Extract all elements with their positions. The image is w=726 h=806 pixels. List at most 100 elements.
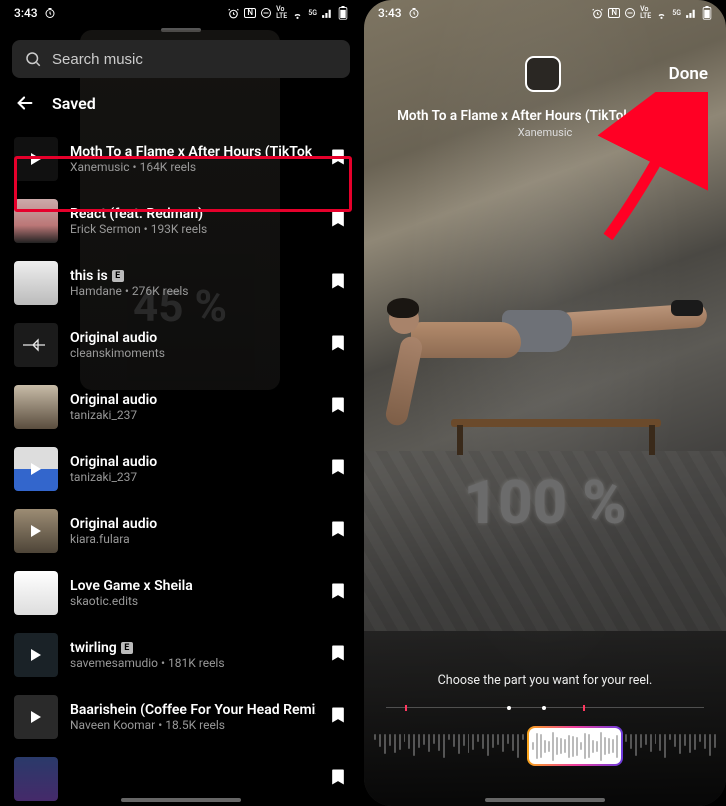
bookmark-icon[interactable] xyxy=(328,705,348,729)
wifi-icon xyxy=(291,7,304,20)
list-item[interactable]: Original audiocleanskimoments xyxy=(0,314,362,376)
saved-music-list[interactable]: Moth To a Flame x After Hours (TikTok Ed… xyxy=(0,128,362,806)
scrubber-hint: Choose the part you want for your reel. xyxy=(364,673,726,688)
status-bar: 3:43 N VoLTE 5G xyxy=(364,0,726,22)
alarm-icon xyxy=(591,7,604,20)
done-button[interactable]: Done xyxy=(669,64,708,84)
track-title: this isE xyxy=(70,268,316,284)
track-thumb xyxy=(14,695,58,739)
song-artist: Xanemusic xyxy=(384,126,706,139)
nfc-icon: N xyxy=(608,8,620,18)
status-bar: 3:43 N VoLTE 5G xyxy=(0,0,362,22)
list-item[interactable]: Baarishein (Coffee For Your Head Remix) … xyxy=(0,686,362,748)
list-item[interactable] xyxy=(0,748,362,806)
search-icon xyxy=(24,50,42,68)
track-title: Original audio xyxy=(70,516,316,532)
network-label: 5G xyxy=(308,10,317,17)
list-item[interactable]: React (feat. Redman)Erick Sermon • 193K … xyxy=(0,190,362,252)
track-title: twirlingE xyxy=(70,640,316,656)
explicit-badge: E xyxy=(112,270,124,282)
bookmark-icon[interactable] xyxy=(328,767,348,791)
search-bar[interactable] xyxy=(12,40,350,78)
bookmark-icon[interactable] xyxy=(328,519,348,543)
track-subtitle: tanizaki_237 xyxy=(70,470,316,484)
play-icon xyxy=(31,525,41,537)
song-title: Moth To a Flame x After Hours (TikTok Ed… xyxy=(384,108,706,124)
volte-icon: VoLTE xyxy=(276,6,287,20)
network-label: 5G xyxy=(672,10,681,17)
battery-icon xyxy=(338,6,348,20)
track-title: Original audio xyxy=(70,330,316,346)
track-thumb xyxy=(14,509,58,553)
signal-icon xyxy=(685,7,698,20)
alarm-icon xyxy=(227,7,240,20)
list-item[interactable]: Original audiokiara.fulara xyxy=(0,500,362,562)
track-thumb xyxy=(14,323,58,367)
dnd-icon xyxy=(260,7,272,19)
person-plank-illustration xyxy=(393,290,697,430)
volte-icon: VoLTE xyxy=(640,6,651,20)
bookmark-icon[interactable] xyxy=(328,457,348,481)
bookmark-icon[interactable] xyxy=(328,643,348,667)
play-icon xyxy=(31,463,41,475)
search-input[interactable] xyxy=(52,51,338,68)
bookmark-icon[interactable] xyxy=(328,333,348,357)
explicit-badge: E xyxy=(121,642,133,654)
stopwatch-icon xyxy=(408,7,420,19)
battery-icon xyxy=(702,6,712,20)
track-subtitle: cleanskimoments xyxy=(70,346,316,360)
audio-scrubber[interactable] xyxy=(364,724,726,768)
bookmark-icon[interactable] xyxy=(328,271,348,295)
list-item[interactable]: twirlingEsavemesamudio • 181K reels xyxy=(0,624,362,686)
screen-left-saved-music: 3:43 N VoLTE 5G 45 % Saved Moth To a Fla… xyxy=(0,0,362,806)
track-title: Moth To a Flame x After Hours (TikTok Ed… xyxy=(70,144,316,160)
signal-icon xyxy=(321,7,334,20)
track-thumb xyxy=(14,633,58,677)
bookmark-icon[interactable] xyxy=(328,395,348,419)
album-art-thumbnail[interactable] xyxy=(525,56,561,92)
audio-selection-window[interactable] xyxy=(527,726,623,766)
track-subtitle: skaotic.edits xyxy=(70,594,316,608)
play-icon xyxy=(31,153,41,165)
track-thumb xyxy=(14,385,58,429)
nfc-icon: N xyxy=(244,8,256,18)
workout-percent: 100 % xyxy=(364,467,726,538)
list-item[interactable]: Moth To a Flame x After Hours (TikTok Ed… xyxy=(0,128,362,190)
track-subtitle: Erick Sermon • 193K reels xyxy=(70,222,316,236)
play-icon xyxy=(31,711,41,723)
bookmark-icon[interactable] xyxy=(328,209,348,233)
track-subtitle: kiara.fulara xyxy=(70,532,316,546)
bookmark-icon[interactable] xyxy=(328,581,348,605)
dnd-icon xyxy=(624,7,636,19)
track-title: React (feat. Redman) xyxy=(70,206,316,222)
track-thumb xyxy=(14,447,58,491)
track-thumb xyxy=(14,199,58,243)
status-time: 3:43 xyxy=(14,6,38,20)
track-subtitle: savemesamudio • 181K reels xyxy=(70,656,316,670)
status-time: 3:43 xyxy=(378,6,402,20)
track-title: Baarishein (Coffee For Your Head Remix) … xyxy=(70,702,316,718)
list-item[interactable]: Original audiotanizaki_237 xyxy=(0,376,362,438)
wifi-icon xyxy=(655,7,668,20)
track-title: Love Game x Sheila xyxy=(70,578,316,594)
track-thumb xyxy=(14,137,58,181)
play-icon xyxy=(31,649,41,661)
list-item[interactable]: this isEHamdane • 276K reels xyxy=(0,252,362,314)
track-subtitle: tanizaki_237 xyxy=(70,408,316,422)
list-item[interactable]: Original audiotanizaki_237 xyxy=(0,438,362,500)
track-title: Original audio xyxy=(70,454,316,470)
stopwatch-icon xyxy=(44,7,56,19)
track-subtitle: Xanemusic • 164K reels xyxy=(70,160,316,174)
track-subtitle: Naveen Koomar • 18.5K reels xyxy=(70,718,316,732)
track-thumb xyxy=(14,261,58,305)
android-nav-pill[interactable] xyxy=(485,798,605,802)
track-subtitle: Hamdane • 276K reels xyxy=(70,284,316,298)
track-thumb xyxy=(14,757,58,801)
clip-timeline[interactable] xyxy=(386,706,704,710)
list-item[interactable]: Love Game x Sheilaskaotic.edits xyxy=(0,562,362,624)
bookmark-icon[interactable] xyxy=(328,147,348,171)
track-title: Original audio xyxy=(70,392,316,408)
track-thumb xyxy=(14,571,58,615)
page-title: Saved xyxy=(52,94,96,113)
back-arrow-icon[interactable] xyxy=(14,92,36,114)
